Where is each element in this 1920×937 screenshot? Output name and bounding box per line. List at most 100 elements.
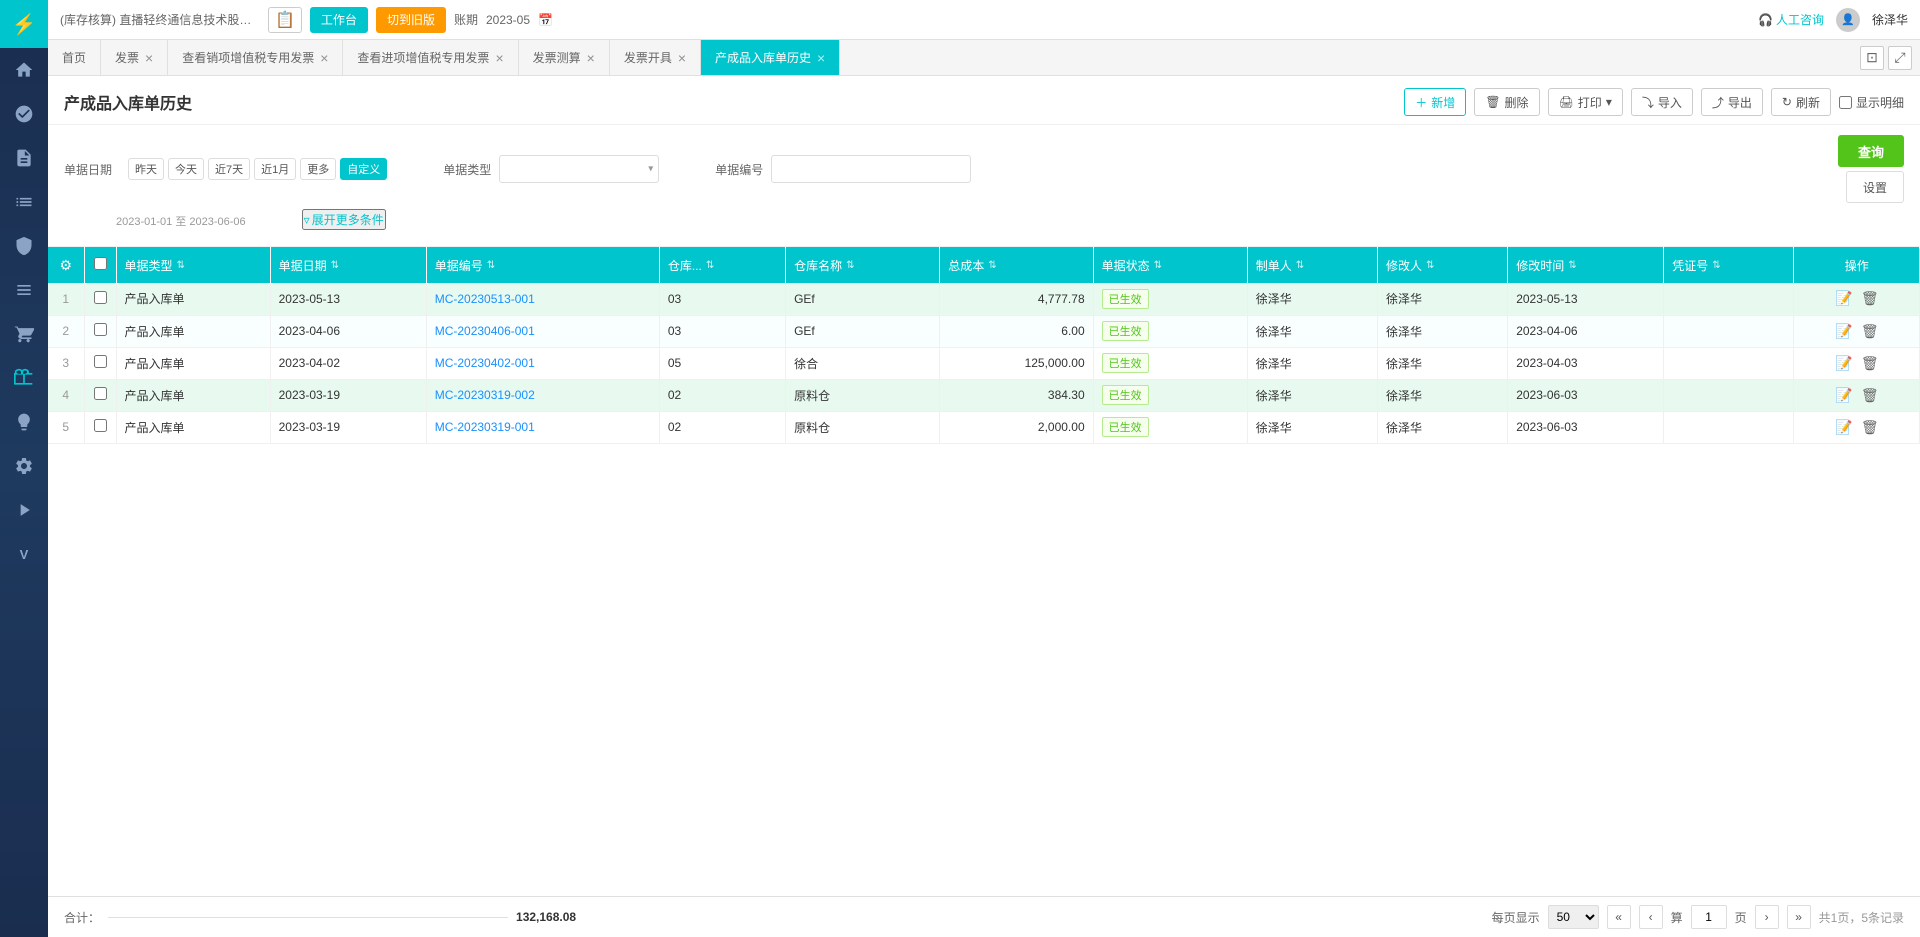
tab-invoice[interactable]: 发票 × xyxy=(101,40,168,76)
th-wh-name[interactable]: 仓库名称 ⇅ xyxy=(786,247,940,283)
th-modifier[interactable]: 修改人 ⇅ xyxy=(1377,247,1507,283)
last-page-btn[interactable]: » xyxy=(1787,905,1811,929)
help-btn[interactable]: 🎧 人工咨询 xyxy=(1758,11,1824,28)
row-number-link-4[interactable]: MC-20230319-002 xyxy=(435,388,535,402)
tab-check-input-vat-close[interactable]: × xyxy=(495,51,503,65)
sidebar-item-stamp[interactable] xyxy=(0,400,48,444)
row-checkbox-4[interactable] xyxy=(94,387,107,400)
tab-invoice-issue[interactable]: 发票开具 × xyxy=(610,40,701,76)
column-settings-btn[interactable]: ⚙ xyxy=(59,257,72,274)
date-btn-7days[interactable]: 近7天 xyxy=(208,158,250,180)
row-checkbox-1[interactable] xyxy=(94,291,107,304)
tab-invoice-close[interactable]: × xyxy=(145,51,153,65)
sidebar-item-inventory[interactable] xyxy=(0,356,48,400)
sidebar-item-settings[interactable] xyxy=(0,444,48,488)
th-modify-time[interactable]: 修改时间 ⇅ xyxy=(1508,247,1664,283)
number-filter-input[interactable] xyxy=(771,155,971,183)
date-btn-yesterday[interactable]: 昨天 xyxy=(128,158,164,180)
select-all-checkbox[interactable] xyxy=(94,257,107,270)
date-btn-1month[interactable]: 近1月 xyxy=(254,158,296,180)
sidebar-item-doc[interactable] xyxy=(0,136,48,180)
first-page-btn[interactable]: « xyxy=(1607,905,1631,929)
row-number-link-2[interactable]: MC-20230406-001 xyxy=(435,324,535,338)
row-number-link-5[interactable]: MC-20230319-001 xyxy=(435,420,535,434)
sidebar-item-home[interactable] xyxy=(0,48,48,92)
row-delete-icon-3[interactable]: 🗑 xyxy=(1860,353,1880,373)
app-logo[interactable]: ⚡ xyxy=(0,0,48,48)
row-checkbox-cell-5[interactable] xyxy=(84,411,116,443)
row-number-4[interactable]: MC-20230319-002 xyxy=(426,379,659,411)
expand-filter-btn[interactable]: ▿ 展开更多条件 xyxy=(302,209,386,230)
date-btn-today[interactable]: 今天 xyxy=(168,158,204,180)
th-status[interactable]: 单据状态 ⇅ xyxy=(1093,247,1247,283)
delete-btn[interactable]: 🗑 删除 xyxy=(1474,88,1539,116)
edit-icon-1[interactable]: 📝 xyxy=(1834,289,1854,309)
tab-check-sales-vat-close[interactable]: × xyxy=(320,51,328,65)
new-btn[interactable]: ＋ 新增 xyxy=(1404,88,1466,116)
switch-old-btn[interactable]: 切到旧版 xyxy=(376,7,446,33)
th-date[interactable]: 单据日期 ⇅ xyxy=(270,247,426,283)
date-btn-custom[interactable]: 自定义 xyxy=(340,158,387,180)
tab-product-instock-history-close[interactable]: × xyxy=(817,51,825,65)
row-delete-icon-2[interactable]: 🗑 xyxy=(1860,321,1880,341)
tab-invoice-calc-close[interactable]: × xyxy=(587,51,595,65)
edit-icon-5[interactable]: 📝 xyxy=(1834,417,1854,437)
prev-page-btn[interactable]: ‹ xyxy=(1639,905,1663,929)
th-wh-code[interactable]: 仓库... ⇅ xyxy=(659,247,785,283)
th-checkbox[interactable] xyxy=(84,247,116,283)
row-number-3[interactable]: MC-20230402-001 xyxy=(426,347,659,379)
import-btn[interactable]: ⤵ 导入 xyxy=(1631,88,1693,116)
sidebar-item-list[interactable] xyxy=(0,268,48,312)
th-cost[interactable]: 总成本 ⇅ xyxy=(940,247,1093,283)
row-number-link-3[interactable]: MC-20230402-001 xyxy=(435,356,535,370)
tab-maximize-btn[interactable]: ⤢ xyxy=(1888,46,1912,70)
row-checkbox-5[interactable] xyxy=(94,419,107,432)
query-btn[interactable]: 查询 xyxy=(1838,135,1904,167)
sidebar-item-asset[interactable] xyxy=(0,224,48,268)
row-checkbox-3[interactable] xyxy=(94,355,107,368)
sidebar-item-purchase[interactable] xyxy=(0,312,48,356)
row-number-2[interactable]: MC-20230406-001 xyxy=(426,315,659,347)
page-size-select[interactable]: 50 20 100 200 xyxy=(1548,905,1599,929)
set-btn[interactable]: 设置 xyxy=(1846,171,1904,203)
th-voucher[interactable]: 凭证号 ⇅ xyxy=(1664,247,1794,283)
edit-icon-3[interactable]: 📝 xyxy=(1834,353,1854,373)
workbench-btn[interactable]: 工作台 xyxy=(310,7,368,33)
print-btn[interactable]: 🖨 打印 ▾ xyxy=(1548,88,1623,116)
tab-check-input-vat[interactable]: 查看进项增值税专用发票 × xyxy=(343,40,518,76)
tab-home[interactable]: 首页 xyxy=(48,40,101,76)
show-detail-checkbox[interactable] xyxy=(1839,96,1852,109)
row-checkbox-cell-2[interactable] xyxy=(84,315,116,347)
export-btn[interactable]: ⤴ 导出 xyxy=(1701,88,1763,116)
type-select[interactable] xyxy=(499,155,659,183)
tab-invoice-calc[interactable]: 发票测算 × xyxy=(519,40,610,76)
tab-check-sales-vat[interactable]: 查看销项增值税专用发票 × xyxy=(168,40,343,76)
row-number-1[interactable]: MC-20230513-001 xyxy=(426,283,659,315)
next-page-btn[interactable]: › xyxy=(1755,905,1779,929)
row-checkbox-2[interactable] xyxy=(94,323,107,336)
sidebar-item-media[interactable] xyxy=(0,488,48,532)
row-number-link-1[interactable]: MC-20230513-001 xyxy=(435,292,535,306)
tab-invoice-issue-close[interactable]: × xyxy=(678,51,686,65)
row-checkbox-cell-3[interactable] xyxy=(84,347,116,379)
th-settings[interactable]: ⚙ xyxy=(48,247,84,283)
tab-product-instock-history[interactable]: 产成品入库单历史 × xyxy=(701,40,840,76)
date-btn-more[interactable]: 更多 xyxy=(300,158,336,180)
edit-icon-2[interactable]: 📝 xyxy=(1834,321,1854,341)
row-checkbox-cell-4[interactable] xyxy=(84,379,116,411)
row-checkbox-cell-1[interactable] xyxy=(84,283,116,315)
user-avatar[interactable]: 👤 xyxy=(1836,8,1860,32)
refresh-btn[interactable]: ↻ 刷新 xyxy=(1771,88,1831,116)
row-delete-icon-1[interactable]: 🗑 xyxy=(1860,289,1880,309)
sidebar-item-more[interactable]: V xyxy=(0,532,48,576)
th-type[interactable]: 单据类型 ⇅ xyxy=(116,247,270,283)
edit-icon-4[interactable]: 📝 xyxy=(1834,385,1854,405)
row-number-5[interactable]: MC-20230319-001 xyxy=(426,411,659,443)
th-creator[interactable]: 制单人 ⇅ xyxy=(1247,247,1377,283)
show-detail-label[interactable]: 显示明细 xyxy=(1839,94,1904,111)
tab-restore-btn[interactable]: ⊡ xyxy=(1860,46,1884,70)
sidebar-item-chart[interactable] xyxy=(0,180,48,224)
th-number[interactable]: 单据编号 ⇅ xyxy=(426,247,659,283)
page-number-input[interactable] xyxy=(1691,905,1727,929)
row-delete-icon-5[interactable]: 🗑 xyxy=(1860,417,1880,437)
